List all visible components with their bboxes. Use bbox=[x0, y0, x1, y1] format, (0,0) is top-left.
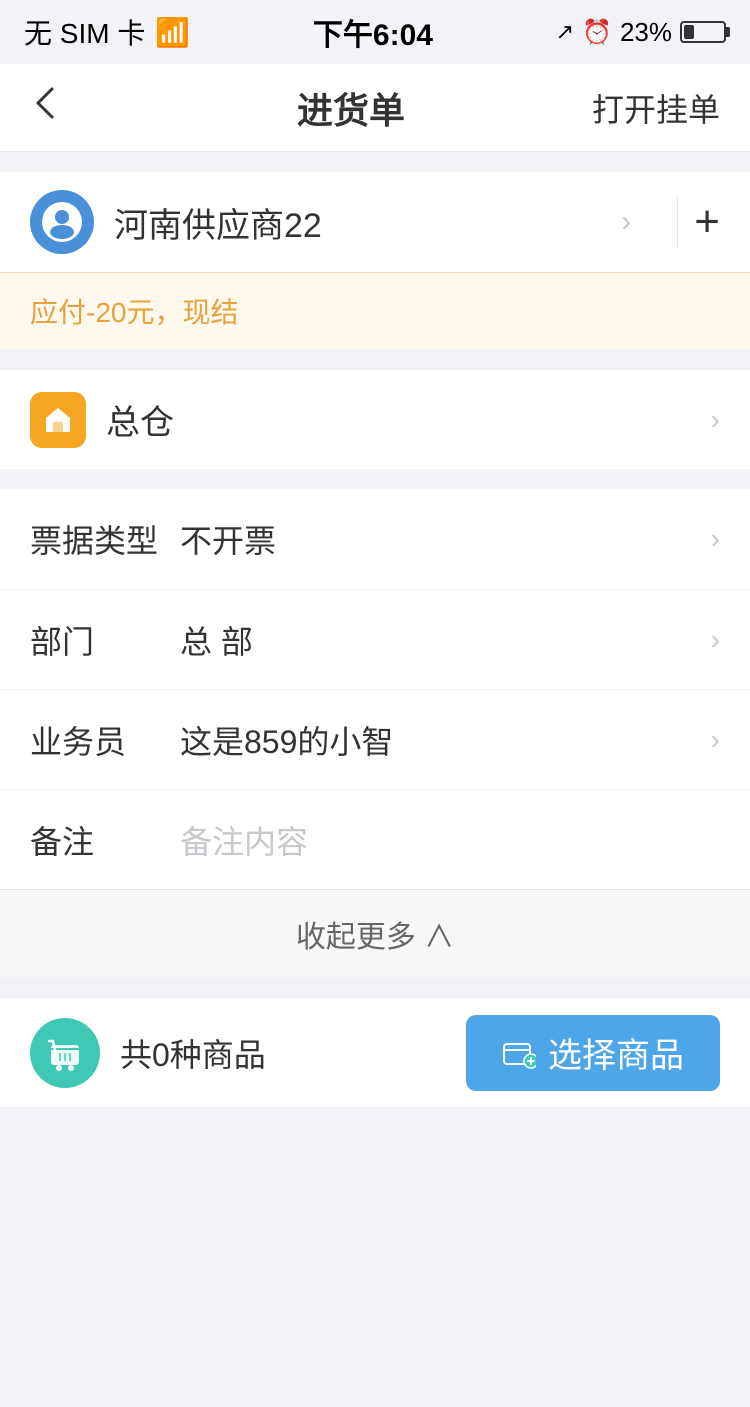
notice-text: 应付-20元，现结 bbox=[30, 297, 238, 328]
remark-row[interactable]: 备注 备注内容 bbox=[0, 789, 750, 889]
section-gap-2 bbox=[0, 349, 750, 369]
back-button[interactable] bbox=[30, 81, 110, 135]
warehouse-name: 总仓 bbox=[106, 395, 711, 444]
supplier-avatar bbox=[30, 190, 94, 254]
salesperson-chevron-icon: › bbox=[711, 724, 720, 756]
salesperson-value: 这是859的小智 bbox=[170, 717, 711, 763]
salesperson-label: 业务员 bbox=[30, 717, 170, 763]
cart-icon bbox=[30, 1018, 100, 1088]
salesperson-row[interactable]: 业务员 这是859的小智 › bbox=[0, 689, 750, 789]
section-gap-1 bbox=[0, 152, 750, 172]
department-chevron-icon: › bbox=[711, 624, 720, 656]
alarm-icon: ⏰ bbox=[582, 18, 612, 47]
collapse-button[interactable]: 收起更多 ∧ bbox=[0, 889, 750, 977]
collapse-label: 收起更多 ∧ bbox=[296, 912, 454, 956]
status-right: ↗ ⏰ 23% bbox=[556, 17, 726, 48]
remark-label: 备注 bbox=[30, 817, 170, 863]
battery-icon bbox=[680, 21, 726, 43]
supplier-divider bbox=[677, 197, 678, 247]
status-time: 下午6:04 bbox=[313, 10, 433, 54]
section-gap-3 bbox=[0, 469, 750, 489]
status-bar: 无 SIM 卡 📶 下午6:04 ↗ ⏰ 23% bbox=[0, 0, 750, 64]
supplier-row[interactable]: 河南供应商22 › + bbox=[0, 172, 750, 272]
warehouse-chevron-icon: › bbox=[711, 404, 720, 436]
warehouse-section: 总仓 › bbox=[0, 369, 750, 469]
invoice-type-label: 票据类型 bbox=[30, 516, 170, 562]
department-value: 总 部 bbox=[170, 617, 711, 663]
warehouse-row[interactable]: 总仓 › bbox=[0, 369, 750, 469]
remark-input[interactable]: 备注内容 bbox=[170, 817, 720, 863]
invoice-type-row[interactable]: 票据类型 不开票 › bbox=[0, 489, 750, 589]
product-count-label: 共0种商品 bbox=[120, 1030, 466, 1076]
supplier-section: 河南供应商22 › + 应付-20元，现结 bbox=[0, 172, 750, 349]
department-row[interactable]: 部门 总 部 › bbox=[0, 589, 750, 689]
select-product-label: 选择商品 bbox=[548, 1028, 684, 1077]
notice-bar: 应付-20元，现结 bbox=[0, 272, 750, 349]
bottom-bar: 共0种商品 选择商品 bbox=[0, 997, 750, 1107]
department-label: 部门 bbox=[30, 617, 170, 663]
invoice-type-chevron-icon: › bbox=[711, 523, 720, 555]
battery-percent: 23% bbox=[620, 17, 672, 48]
supplier-chevron-icon: › bbox=[621, 205, 631, 239]
main-background bbox=[0, 1107, 750, 1407]
invoice-type-value: 不开票 bbox=[170, 516, 711, 562]
location-icon: ↗ bbox=[556, 19, 574, 45]
add-supplier-button[interactable]: + bbox=[694, 197, 720, 247]
supplier-name: 河南供应商22 bbox=[114, 198, 621, 247]
warehouse-icon bbox=[30, 392, 86, 448]
form-section: 票据类型 不开票 › 部门 总 部 › 业务员 这是859的小智 › 备注 备注… bbox=[0, 489, 750, 977]
nav-bar: 进货单 打开挂单 bbox=[0, 64, 750, 152]
select-product-button[interactable]: 选择商品 bbox=[466, 1015, 720, 1091]
page-title: 进货单 bbox=[297, 82, 405, 134]
status-left: 无 SIM 卡 📶 bbox=[24, 12, 190, 52]
open-pending-button[interactable]: 打开挂单 bbox=[592, 85, 720, 131]
carrier-label: 无 SIM 卡 bbox=[24, 12, 145, 52]
wifi-icon: 📶 bbox=[155, 16, 190, 49]
